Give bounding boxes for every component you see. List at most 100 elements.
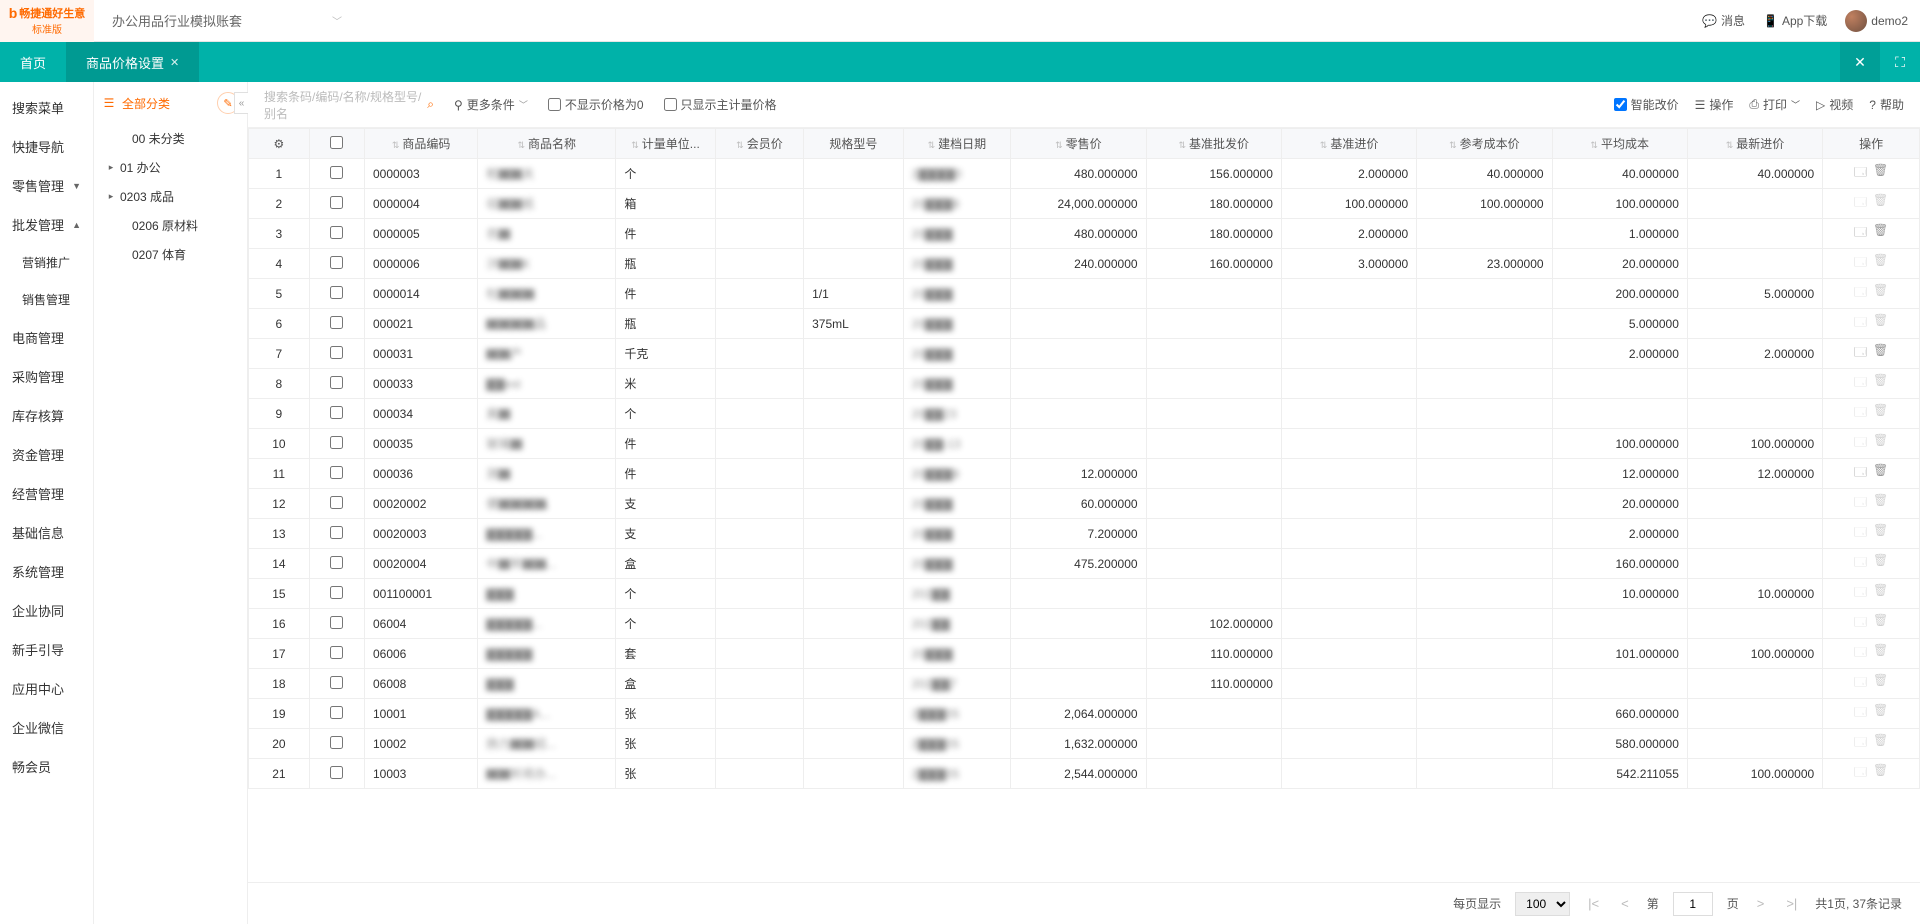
row-checkbox[interactable] [309, 699, 364, 729]
cell-ref-cost[interactable]: 40.000000 [1417, 159, 1552, 189]
nav-stock[interactable]: 库存核算 [0, 396, 93, 435]
cell-retail[interactable]: 12.000000 [1011, 459, 1146, 489]
nav-coop[interactable]: 企业协同 [0, 591, 93, 630]
save-row-icon[interactable]: 🗔 [1854, 523, 1867, 544]
cell-pur-base[interactable] [1281, 759, 1416, 789]
row-checkbox[interactable] [309, 519, 364, 549]
cell-pur-base[interactable]: 3.000000 [1281, 249, 1416, 279]
cell-ref-cost[interactable] [1417, 699, 1552, 729]
column-ref-cost[interactable]: ⇅参考成本价 [1417, 129, 1552, 159]
nav-fund[interactable]: 资金管理 [0, 435, 93, 474]
cell-ws-base[interactable] [1146, 489, 1281, 519]
cell-pur-base[interactable] [1281, 279, 1416, 309]
delete-row-icon[interactable]: 🗑 [1873, 253, 1888, 274]
save-row-icon[interactable]: 🗔 [1854, 733, 1867, 754]
cell-ref-cost[interactable] [1417, 489, 1552, 519]
save-row-icon[interactable]: 🗔 [1854, 673, 1867, 694]
delete-row-icon[interactable]: 🗑 [1873, 313, 1888, 334]
delete-row-icon[interactable]: 🗑 [1873, 373, 1888, 394]
column-name[interactable]: ⇅商品名称 [478, 129, 616, 159]
nav-retail[interactable]: 零售管理▼ [0, 166, 93, 205]
print-button[interactable]: ⎙打印﹀ [1749, 96, 1800, 113]
cell-ref-cost[interactable] [1417, 279, 1552, 309]
cell-pur-base[interactable] [1281, 549, 1416, 579]
row-checkbox[interactable] [309, 729, 364, 759]
cell-pur-base[interactable] [1281, 519, 1416, 549]
cell-pur-base[interactable] [1281, 489, 1416, 519]
row-checkbox[interactable] [309, 609, 364, 639]
column-avg-cost[interactable]: ⇅平均成本 [1552, 129, 1687, 159]
save-row-icon[interactable]: 🗔 [1854, 763, 1867, 784]
row-checkbox[interactable] [309, 429, 364, 459]
save-row-icon[interactable]: 🗔 [1854, 613, 1867, 634]
cell-retail[interactable]: 240.000000 [1011, 249, 1146, 279]
cell-ref-cost[interactable] [1417, 729, 1552, 759]
messages-button[interactable]: 💬消息 [1702, 12, 1745, 29]
delete-row-icon[interactable]: 🗑 [1873, 343, 1888, 364]
save-row-icon[interactable]: 🗔 [1854, 553, 1867, 574]
delete-row-icon[interactable]: 🗑 [1873, 553, 1888, 574]
cell-pur-base[interactable]: 100.000000 [1281, 189, 1416, 219]
save-row-icon[interactable]: 🗔 [1854, 343, 1867, 364]
save-row-icon[interactable]: 🗔 [1854, 643, 1867, 664]
first-page-button[interactable]: |< [1584, 896, 1603, 911]
delete-row-icon[interactable]: 🗑 [1873, 673, 1888, 694]
user-menu[interactable]: demo2 [1845, 10, 1908, 32]
cell-ws-base[interactable] [1146, 339, 1281, 369]
cell-ref-cost[interactable]: 23.000000 [1417, 249, 1552, 279]
help-button[interactable]: ?帮助 [1869, 96, 1904, 113]
column-select-all[interactable] [309, 129, 364, 159]
nav-member[interactable]: 畅会员 [0, 747, 93, 786]
tree-node-0203[interactable]: ▸0203 成品 [102, 182, 239, 211]
delete-row-icon[interactable]: 🗑 [1873, 763, 1888, 784]
cell-ws-base[interactable]: 180.000000 [1146, 189, 1281, 219]
more-conditions-button[interactable]: ⚲ 更多条件 ﹀ [454, 96, 528, 113]
cell-retail[interactable] [1011, 309, 1146, 339]
nav-basic[interactable]: 基础信息 [0, 513, 93, 552]
cell-ws-base[interactable] [1146, 579, 1281, 609]
cell-retail[interactable]: 2,544.000000 [1011, 759, 1146, 789]
delete-row-icon[interactable]: 🗑 [1873, 733, 1888, 754]
save-row-icon[interactable]: 🗔 [1854, 703, 1867, 724]
save-row-icon[interactable]: 🗔 [1854, 373, 1867, 394]
cell-retail[interactable] [1011, 399, 1146, 429]
save-row-icon[interactable]: 🗔 [1854, 583, 1867, 604]
column-unit[interactable]: ⇅计量单位... [616, 129, 715, 159]
nav-operate[interactable]: 经营管理 [0, 474, 93, 513]
nav-purchase[interactable]: 采购管理 [0, 357, 93, 396]
delete-row-icon[interactable]: 🗑 [1873, 613, 1888, 634]
cell-ref-cost[interactable] [1417, 549, 1552, 579]
next-page-button[interactable]: > [1753, 896, 1769, 911]
cell-retail[interactable] [1011, 429, 1146, 459]
column-retail[interactable]: ⇅零售价 [1011, 129, 1146, 159]
nav-search[interactable]: 搜索菜单 [0, 88, 93, 127]
cell-retail[interactable] [1011, 639, 1146, 669]
cell-pur-base[interactable]: 2.000000 [1281, 219, 1416, 249]
cell-ref-cost[interactable] [1417, 369, 1552, 399]
cell-retail[interactable] [1011, 669, 1146, 699]
row-checkbox[interactable] [309, 339, 364, 369]
column-code[interactable]: ⇅商品编码 [364, 129, 477, 159]
cell-retail[interactable]: 480.000000 [1011, 219, 1146, 249]
page-input[interactable] [1673, 892, 1713, 916]
tree-node-0207[interactable]: 0207 体育 [102, 240, 239, 269]
column-spec[interactable]: 规格型号 [804, 129, 903, 159]
cell-retail[interactable] [1011, 339, 1146, 369]
cell-ref-cost[interactable] [1417, 219, 1552, 249]
delete-row-icon[interactable]: 🗑 [1873, 223, 1888, 244]
tab-close-all[interactable]: ✕ [1840, 42, 1880, 82]
cell-pur-base[interactable] [1281, 729, 1416, 759]
delete-row-icon[interactable]: 🗑 [1873, 583, 1888, 604]
account-set-selector[interactable]: 办公用品行业模拟账套 ﹀ [112, 11, 342, 30]
operations-button[interactable]: ☰操作 [1695, 96, 1734, 113]
delete-row-icon[interactable]: 🗑 [1873, 523, 1888, 544]
row-checkbox[interactable] [309, 669, 364, 699]
tree-node-01[interactable]: ▸01 办公 [102, 153, 239, 182]
cell-pur-base[interactable]: 2.000000 [1281, 159, 1416, 189]
cell-ws-base[interactable] [1146, 549, 1281, 579]
row-checkbox[interactable] [309, 219, 364, 249]
save-row-icon[interactable]: 🗔 [1854, 463, 1867, 484]
row-checkbox[interactable] [309, 759, 364, 789]
row-checkbox[interactable] [309, 279, 364, 309]
row-checkbox[interactable] [309, 249, 364, 279]
